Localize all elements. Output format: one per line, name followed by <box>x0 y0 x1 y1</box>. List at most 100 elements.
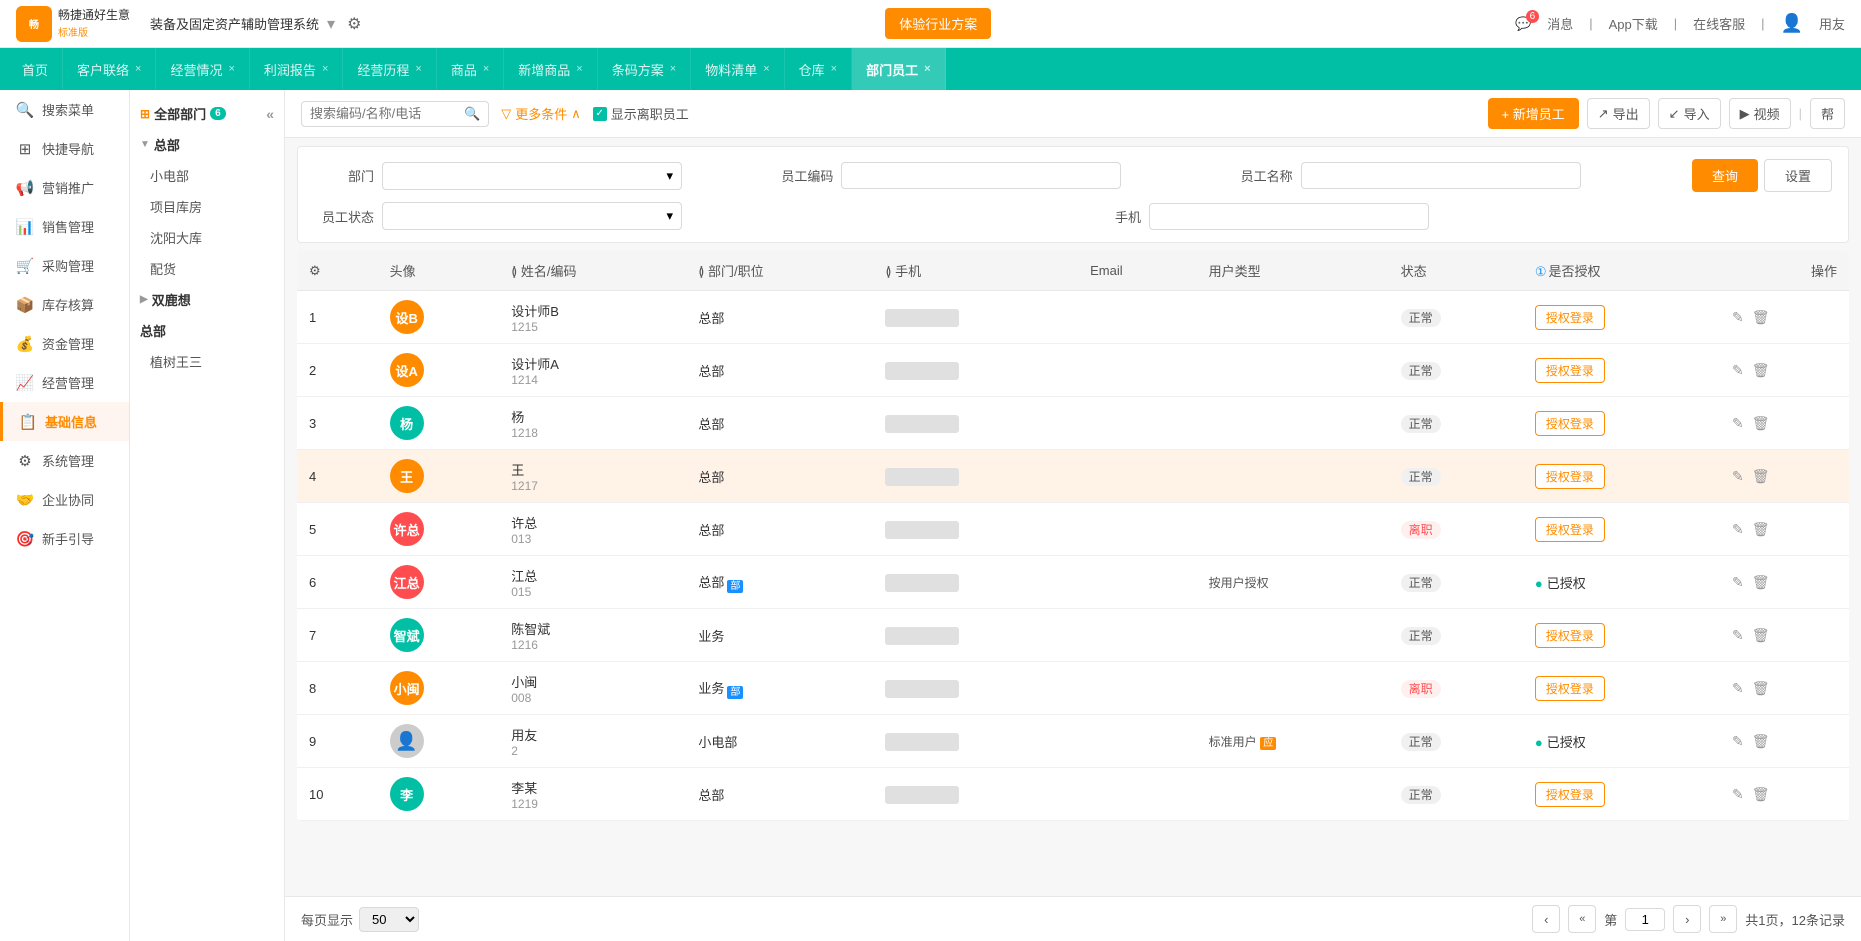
user-name[interactable]: 用友 <box>1819 14 1845 33</box>
query-button[interactable]: 查询 <box>1692 159 1758 192</box>
search-input-wrap[interactable]: 🔍 <box>301 101 489 127</box>
edit-icon[interactable]: ✎ <box>1732 415 1744 432</box>
trial-button[interactable]: 体验行业方案 <box>885 8 991 39</box>
help-button[interactable]: 帮 <box>1810 98 1845 129</box>
close-icon[interactable]: × <box>135 63 141 75</box>
sidebar-item-inventory[interactable]: 📦 库存核算 <box>0 285 129 324</box>
row-auth[interactable]: 授权登录 <box>1523 291 1720 344</box>
edit-icon[interactable]: ✎ <box>1732 362 1744 379</box>
delete-icon[interactable]: 🗑 <box>1752 733 1770 750</box>
checkbox-resigned[interactable]: ✓ <box>593 107 607 121</box>
dept-item-project[interactable]: 项目库房 <box>130 191 284 222</box>
close-icon[interactable]: × <box>228 63 234 75</box>
row-auth[interactable]: 授权登录 <box>1523 609 1720 662</box>
settings-icon[interactable]: ⚙ <box>309 263 321 278</box>
sidebar-item-guide[interactable]: 🎯 新手引导 <box>0 519 129 558</box>
sidebar-item-purchase[interactable]: 🛒 采购管理 <box>0 246 129 285</box>
sidebar-item-basic[interactable]: 📋 基础信息 <box>0 402 129 441</box>
tab-add-goods[interactable]: 新增商品 × <box>504 48 597 90</box>
phone-input[interactable] <box>1149 203 1429 230</box>
edit-icon[interactable]: ✎ <box>1732 733 1744 750</box>
tab-customer[interactable]: 客户联络 × <box>63 48 156 90</box>
close-icon[interactable]: × <box>670 63 676 75</box>
close-icon[interactable]: × <box>831 63 837 75</box>
delete-icon[interactable]: 🗑 <box>1752 680 1770 697</box>
delete-icon[interactable]: 🗑 <box>1752 627 1770 644</box>
tab-barcode[interactable]: 条码方案 × <box>598 48 691 90</box>
auth-login-button[interactable]: 授权登录 <box>1535 464 1605 489</box>
search-input[interactable] <box>310 106 460 121</box>
auth-login-button[interactable]: 授权登录 <box>1535 411 1605 436</box>
reset-button[interactable]: 设置 <box>1764 159 1832 192</box>
row-auth[interactable]: 授权登录 <box>1523 450 1720 503</box>
export-button[interactable]: ↗ 导出 <box>1587 98 1650 129</box>
tab-bom[interactable]: 物料清单 × <box>691 48 784 90</box>
gear-icon[interactable]: ⚙ <box>347 14 361 34</box>
view-button[interactable]: ▶ 视频 <box>1729 98 1791 129</box>
add-employee-button[interactable]: + 新增员工 <box>1488 98 1579 129</box>
auth-login-button[interactable]: 授权登录 <box>1535 517 1605 542</box>
first-page-button[interactable]: « <box>1568 905 1596 933</box>
edit-icon[interactable]: ✎ <box>1732 574 1744 591</box>
sidebar-item-quick-nav[interactable]: ⊞ 快捷导航 <box>0 129 129 168</box>
emp-status-select[interactable]: ▾ <box>382 202 682 230</box>
dept-item-peilhuo[interactable]: 配货 <box>130 253 284 284</box>
tab-history[interactable]: 经营历程 × <box>343 48 436 90</box>
page-number-input[interactable] <box>1625 908 1665 931</box>
auth-login-button[interactable]: 授权登录 <box>1535 623 1605 648</box>
tab-home[interactable]: 首页 <box>8 48 63 90</box>
last-page-button[interactable]: » <box>1709 905 1737 933</box>
tab-goods[interactable]: 商品 × <box>437 48 504 90</box>
col-name[interactable]: ≬ 姓名/编码 <box>499 251 686 291</box>
tab-business[interactable]: 经营情况 × <box>156 48 249 90</box>
row-auth[interactable]: 授权登录 <box>1523 344 1720 397</box>
edit-icon[interactable]: ✎ <box>1732 521 1744 538</box>
dept-item-xiaodibu[interactable]: 小电部 <box>130 160 284 191</box>
filter-more-btn[interactable]: ▽ 更多条件 ∧ <box>501 104 581 123</box>
delete-icon[interactable]: 🗑 <box>1752 309 1770 326</box>
col-phone[interactable]: ≬ 手机 <box>873 251 1078 291</box>
edit-icon[interactable]: ✎ <box>1732 309 1744 326</box>
import-button[interactable]: ↙ 导入 <box>1658 98 1721 129</box>
app-download[interactable]: App下载 <box>1609 14 1658 33</box>
sidebar-item-ops[interactable]: 📈 经营管理 <box>0 363 129 402</box>
emp-code-input[interactable] <box>841 162 1121 189</box>
emp-name-input[interactable] <box>1301 162 1581 189</box>
row-auth[interactable]: 授权登录 <box>1523 503 1720 556</box>
close-icon[interactable]: × <box>763 63 769 75</box>
edit-icon[interactable]: ✎ <box>1732 680 1744 697</box>
close-icon[interactable]: × <box>576 63 582 75</box>
tab-profit[interactable]: 利润报告 × <box>250 48 343 90</box>
online-support[interactable]: 在线客服 <box>1693 14 1745 33</box>
tab-department[interactable]: 部门员工 × <box>852 48 945 90</box>
close-icon[interactable]: × <box>924 63 930 75</box>
close-icon[interactable]: × <box>322 63 328 75</box>
auth-login-button[interactable]: 授权登录 <box>1535 358 1605 383</box>
dept-group-zongbu[interactable]: 总部 <box>130 315 284 346</box>
delete-icon[interactable]: 🗑 <box>1752 574 1770 591</box>
dept-group-main[interactable]: ▼ 总部 <box>130 129 284 160</box>
per-page-select[interactable]: 50 20 100 <box>359 907 419 932</box>
row-auth[interactable]: 授权登录 <box>1523 662 1720 715</box>
delete-icon[interactable]: 🗑 <box>1752 468 1770 485</box>
edit-icon[interactable]: ✎ <box>1732 627 1744 644</box>
close-icon[interactable]: × <box>483 63 489 75</box>
close-icon[interactable]: × <box>415 63 421 75</box>
sidebar-item-marketing[interactable]: 📢 营销推广 <box>0 168 129 207</box>
delete-icon[interactable]: 🗑 <box>1752 786 1770 803</box>
message-area[interactable]: 💬 6 <box>1515 16 1531 32</box>
auth-login-button[interactable]: 授权登录 <box>1535 305 1605 330</box>
auth-login-button[interactable]: 授权登录 <box>1535 782 1605 807</box>
sidebar-item-search[interactable]: 🔍 搜索菜单 <box>0 90 129 129</box>
next-page-button[interactable]: › <box>1673 905 1701 933</box>
dept-item-shenyang[interactable]: 沈阳大库 <box>130 222 284 253</box>
sidebar-item-collab[interactable]: 🤝 企业协同 <box>0 480 129 519</box>
col-settings[interactable]: ⚙ <box>297 251 378 291</box>
auth-login-button[interactable]: 授权登录 <box>1535 676 1605 701</box>
delete-icon[interactable]: 🗑 <box>1752 521 1770 538</box>
sidebar-item-finance[interactable]: 💰 资金管理 <box>0 324 129 363</box>
delete-icon[interactable]: 🗑 <box>1752 362 1770 379</box>
edit-icon[interactable]: ✎ <box>1732 468 1744 485</box>
dept-item-zhishu[interactable]: 植树王三 <box>130 346 284 377</box>
sidebar-item-sales[interactable]: 📊 销售管理 <box>0 207 129 246</box>
